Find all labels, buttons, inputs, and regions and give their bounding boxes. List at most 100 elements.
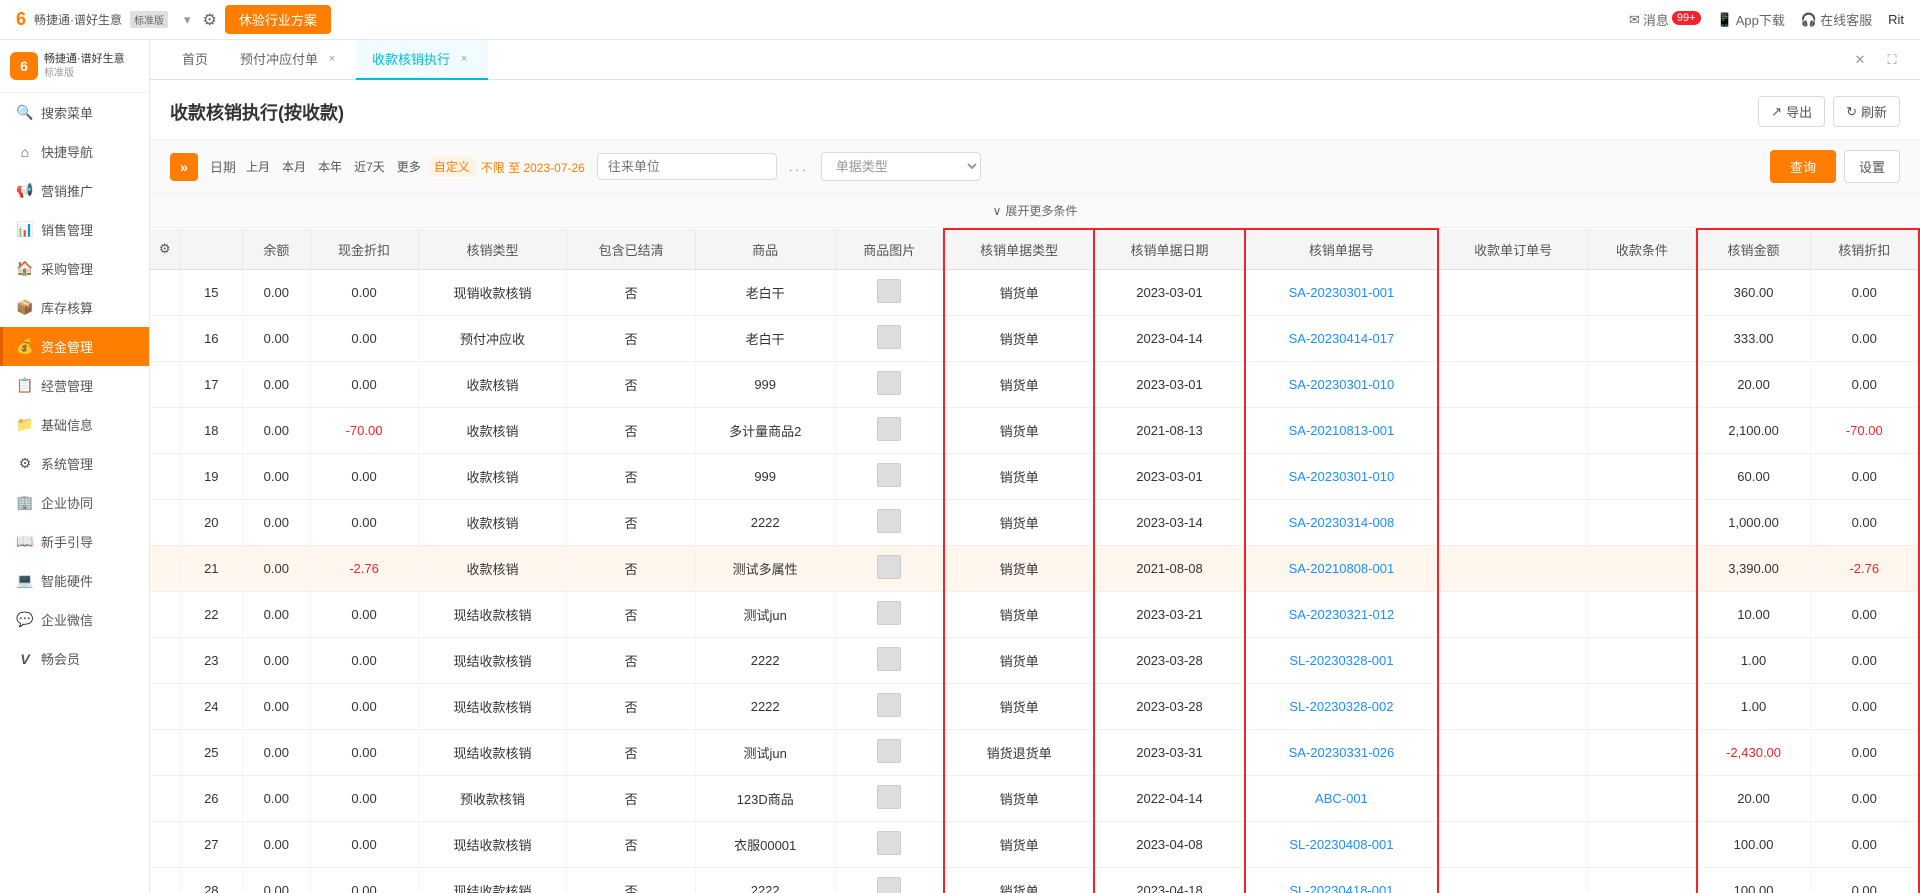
- house-icon: 🏠: [17, 261, 33, 277]
- tab-close-icon[interactable]: ✕: [1848, 48, 1872, 72]
- refresh-btn[interactable]: ↻ 刷新: [1833, 96, 1900, 127]
- sidebar-item-sales[interactable]: 📊 销售管理: [0, 210, 149, 249]
- sidebar-item-member[interactable]: V 畅会员: [0, 639, 149, 678]
- td-amount: 20.00: [1697, 362, 1810, 408]
- more-btn[interactable]: 更多: [393, 156, 425, 177]
- td-bill-no: ABC-001: [1245, 776, 1438, 822]
- clipboard-icon: 📋: [17, 378, 33, 394]
- td-order-no: [1438, 408, 1588, 454]
- td-discount: 0.00: [1810, 454, 1919, 500]
- tab-receipt-cancel[interactable]: 收款核销执行 ×: [356, 40, 488, 80]
- td-amount: 1,000.00: [1697, 500, 1810, 546]
- td-included: 否: [567, 776, 695, 822]
- sidebar-item-enterprise[interactable]: 🏢 企业协同: [0, 483, 149, 522]
- finance-icon: 💰: [17, 339, 33, 355]
- td-product-img: [835, 362, 944, 408]
- messages-area[interactable]: ✉ 消息 99+: [1629, 10, 1701, 29]
- tab-receipt-cancel-label: 收款核销执行: [372, 49, 450, 68]
- tab-receipt-cancel-close[interactable]: ×: [456, 51, 472, 67]
- bill-no-link[interactable]: SL-20230418-001: [1289, 883, 1393, 893]
- headset-icon: 🎧: [1801, 12, 1817, 28]
- bill-no-link[interactable]: SL-20230328-001: [1289, 653, 1393, 668]
- td-order-no: [1438, 546, 1588, 592]
- tab-maximize-icon[interactable]: ⛶: [1880, 48, 1904, 72]
- bill-no-link[interactable]: SA-20230301-010: [1289, 377, 1395, 392]
- tab-prepay[interactable]: 预付冲应付单 ×: [224, 40, 356, 80]
- bill-no-link[interactable]: SA-20230301-001: [1289, 285, 1395, 300]
- td-order-no: [1438, 684, 1588, 730]
- tab-prepay-label: 预付冲应付单: [240, 49, 318, 68]
- sidebar-item-marketing[interactable]: 📢 营销推广: [0, 171, 149, 210]
- td-settings: [150, 730, 180, 776]
- bill-no-link[interactable]: ABC-001: [1315, 791, 1368, 806]
- tab-prepay-close[interactable]: ×: [324, 51, 340, 67]
- td-cash-discount: 0.00: [310, 454, 418, 500]
- settings-btn[interactable]: 设置: [1844, 150, 1900, 183]
- td-settings: [150, 270, 180, 316]
- tab-home[interactable]: 首页: [166, 40, 224, 80]
- sidebar-item-operations[interactable]: 📋 经营管理: [0, 366, 149, 405]
- td-amount: 2,100.00: [1697, 408, 1810, 454]
- this-year-btn[interactable]: 本年: [314, 156, 346, 177]
- bill-no-link[interactable]: SA-20230321-012: [1289, 607, 1395, 622]
- bill-no-link[interactable]: SA-20230301-010: [1289, 469, 1395, 484]
- app-download[interactable]: 📱 App下载: [1717, 10, 1785, 29]
- td-balance: 0.00: [243, 270, 310, 316]
- td-bill-date: 2023-03-14: [1094, 500, 1244, 546]
- td-amount: 10.00: [1697, 592, 1810, 638]
- sidebar-item-hardware[interactable]: 💻 智能硬件: [0, 561, 149, 600]
- user-name[interactable]: Rit: [1888, 12, 1904, 27]
- bill-no-link[interactable]: SA-20210813-001: [1289, 423, 1395, 438]
- sidebar-label-quick-nav: 快捷导航: [41, 142, 93, 161]
- export-btn[interactable]: ↗ 导出: [1758, 96, 1825, 127]
- td-num: 15: [180, 270, 243, 316]
- filter-expand-btn[interactable]: »: [170, 153, 198, 181]
- td-discount: 0.00: [1810, 500, 1919, 546]
- custom-btn[interactable]: 自定义: [429, 156, 475, 177]
- sidebar-item-purchase[interactable]: 🏠 采购管理: [0, 249, 149, 288]
- sidebar-item-finance[interactable]: 💰 资金管理: [0, 327, 149, 366]
- bill-no-link[interactable]: SL-20230328-002: [1289, 699, 1393, 714]
- expand-more-btn[interactable]: ∨ 展开更多条件: [993, 202, 1078, 219]
- last-7-days-btn[interactable]: 近7天: [350, 156, 389, 177]
- bill-no-link[interactable]: SA-20210808-001: [1289, 561, 1395, 576]
- settings-icon[interactable]: ⚙: [203, 10, 217, 30]
- td-order-no: [1438, 362, 1588, 408]
- sidebar-item-search[interactable]: 🔍 搜索菜单: [0, 93, 149, 132]
- bill-no-link[interactable]: SA-20230314-008: [1289, 515, 1395, 530]
- search-icon: 🔍: [17, 105, 33, 121]
- td-cancel-type: 现销收款核销: [418, 270, 567, 316]
- sidebar-item-wechat[interactable]: 💬 企业微信: [0, 600, 149, 639]
- query-btn[interactable]: 查询: [1770, 150, 1836, 183]
- sidebar-item-base-info[interactable]: 📁 基础信息: [0, 405, 149, 444]
- td-bill-type: 销货退货单: [944, 730, 1094, 776]
- last-month-btn[interactable]: 上月: [242, 156, 274, 177]
- td-bill-date: 2023-03-01: [1094, 362, 1244, 408]
- industry-btn[interactable]: 休验行业方案: [225, 5, 331, 34]
- filter-dots: ...: [789, 159, 809, 174]
- table-header-row: ⚙ 余额 现金折扣 核销类型 包含已结清 商品 商品图片 核销单据类型 核销单据…: [150, 229, 1919, 270]
- bill-no-link[interactable]: SA-20230414-017: [1289, 331, 1395, 346]
- table-container: ⚙ 余额 现金折扣 核销类型 包含已结清 商品 商品图片 核销单据类型 核销单据…: [150, 228, 1920, 893]
- td-bill-date: 2023-03-01: [1094, 270, 1244, 316]
- folder-icon: 📁: [17, 417, 33, 433]
- td-payment-terms: [1588, 638, 1697, 684]
- td-cash-discount: 0.00: [310, 868, 418, 893]
- bill-type-select[interactable]: 单据类型: [821, 152, 981, 181]
- this-month-btn[interactable]: 本月: [278, 156, 310, 177]
- td-num: 25: [180, 730, 243, 776]
- dropdown-icon[interactable]: ▾: [184, 12, 191, 28]
- sidebar-item-inventory[interactable]: 📦 库存核算: [0, 288, 149, 327]
- online-support[interactable]: 🎧 在线客服: [1801, 10, 1872, 29]
- sidebar-item-system[interactable]: ⚙ 系统管理: [0, 444, 149, 483]
- td-product: 测试多属性: [695, 546, 835, 592]
- bill-no-link[interactable]: SA-20230331-026: [1289, 745, 1395, 760]
- table-row: 28 0.00 0.00 现结收款核销 否 2222 销货单 2023-04-1…: [150, 868, 1919, 893]
- sidebar-item-quick-nav[interactable]: ⌂ 快捷导航: [0, 132, 149, 171]
- page-content: 收款核销执行(按收款) ↗ 导出 ↻ 刷新 » 日期: [150, 80, 1920, 893]
- td-cancel-type: 收款核销: [418, 454, 567, 500]
- bill-no-link[interactable]: SL-20230408-001: [1289, 837, 1393, 852]
- product-image-thumb: [877, 325, 901, 349]
- sidebar-item-guide[interactable]: 📖 新手引导: [0, 522, 149, 561]
- counterparty-input[interactable]: [597, 153, 777, 180]
